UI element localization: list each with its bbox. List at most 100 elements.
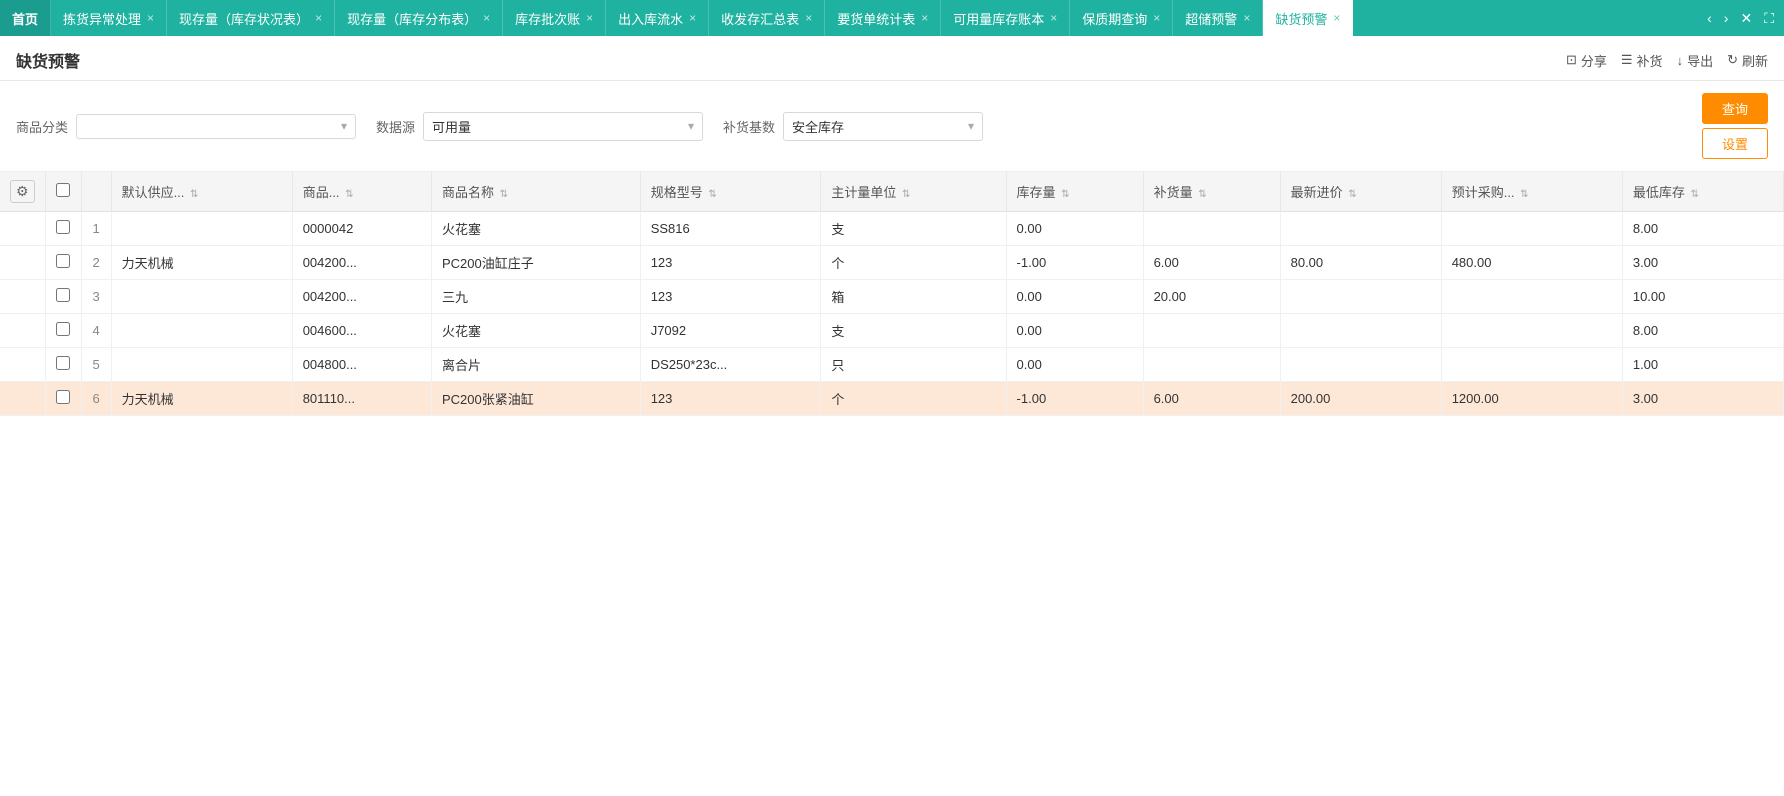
gear-button[interactable]: ⚙: [10, 180, 35, 203]
table-row: 3 004200... 三九 123 箱 0.00 20.00 10.00: [0, 280, 1784, 314]
tab-close-demand-stat[interactable]: ×: [921, 11, 928, 25]
replenish-button[interactable]: ☰ 补货: [1621, 51, 1663, 70]
sort-icon-replenish: ⇅: [1198, 189, 1206, 200]
share-icon: ⊡: [1566, 52, 1577, 68]
tab-available-ledger[interactable]: 可用量库存账本×: [941, 0, 1070, 36]
replenish-basis-value: 安全库存: [792, 117, 844, 136]
refresh-button[interactable]: ↻ 刷新: [1727, 51, 1768, 70]
row-replenish-qty: 6.00: [1143, 246, 1280, 280]
table-row: 5 004800... 离合片 DS250*23c... 只 0.00 1.00: [0, 348, 1784, 382]
column-inventory[interactable]: 库存量 ⇅: [1006, 172, 1143, 212]
tab-inventory-status[interactable]: 现存量（库存状况表）×: [167, 0, 335, 36]
tab-close-defect-handling[interactable]: ×: [147, 11, 154, 25]
column-min-inventory[interactable]: 最低库存 ⇅: [1622, 172, 1783, 212]
tab-inventory-dist[interactable]: 现存量（库存分布表） ×: [335, 0, 503, 36]
row-gear-cell: [0, 280, 45, 314]
column-gear[interactable]: ⚙: [0, 172, 45, 212]
tab-demand-stat[interactable]: 要货单统计表 ×: [825, 0, 941, 36]
tab-label-demand-stat: 要货单统计表: [837, 9, 915, 28]
tab-close-overstock[interactable]: ×: [1243, 11, 1250, 25]
tab-label-inventory-batch: 库存批次账: [515, 9, 580, 28]
row-checkbox[interactable]: [56, 220, 70, 234]
replenish-basis-arrow-icon: ▾: [968, 119, 974, 133]
tab-close-expiry-query[interactable]: ×: [1153, 11, 1160, 25]
tab-close-inventory-status[interactable]: ×: [315, 11, 322, 25]
tab-defect-handling[interactable]: 拣货异常处理×: [51, 0, 167, 36]
row-latest-price: [1280, 212, 1441, 246]
tab-close-all-button[interactable]: ✕: [1734, 8, 1758, 29]
column-default-supplier[interactable]: 默认供应... ⇅: [111, 172, 292, 212]
row-spec: SS816: [640, 212, 821, 246]
tab-fullscreen-button[interactable]: ⛶: [1758, 8, 1780, 29]
tab-close-recv-summary[interactable]: ×: [805, 11, 812, 25]
column-replenish-qty[interactable]: 补货量 ⇅: [1143, 172, 1280, 212]
tab-expiry-query[interactable]: 保质期查询×: [1070, 0, 1173, 36]
tab-next-button[interactable]: ›: [1718, 8, 1735, 28]
row-default-supplier: [111, 314, 292, 348]
tab-label-recv-summary: 收发存汇总表: [721, 9, 799, 28]
row-checkbox-cell: [45, 246, 81, 280]
select-all-checkbox[interactable]: [56, 183, 70, 197]
row-checkbox[interactable]: [56, 254, 70, 268]
tab-shortage[interactable]: 缺货预警×: [1263, 0, 1353, 36]
row-product-code: 0000042: [292, 212, 431, 246]
column-spec[interactable]: 规格型号 ⇅: [640, 172, 821, 212]
row-checkbox[interactable]: [56, 390, 70, 404]
row-inventory: -1.00: [1006, 246, 1143, 280]
column-latest-price[interactable]: 最新进价 ⇅: [1280, 172, 1441, 212]
row-unit: 支: [821, 314, 1006, 348]
table-row: 4 004600... 火花塞 J7092 支 0.00 8.00: [0, 314, 1784, 348]
tab-prev-button[interactable]: ‹: [1701, 8, 1718, 28]
sort-icon-price: ⇅: [1348, 189, 1356, 200]
filter-right-buttons: 查询 设置: [1702, 93, 1768, 159]
row-product-code: 004200...: [292, 280, 431, 314]
tab-close-inventory-dist[interactable]: ×: [483, 11, 490, 25]
row-checkbox[interactable]: [56, 356, 70, 370]
column-product-code[interactable]: 商品... ⇅: [292, 172, 431, 212]
row-est-purchase: [1441, 348, 1622, 382]
goods-category-select[interactable]: ▾: [76, 114, 356, 139]
tab-recv-summary[interactable]: 收发存汇总表 ×: [709, 0, 825, 36]
tab-inventory-batch[interactable]: 库存批次账 ×: [503, 0, 606, 36]
column-product-name[interactable]: 商品名称 ⇅: [431, 172, 640, 212]
row-product-name: PC200油缸庄子: [431, 246, 640, 280]
data-source-filter: 数据源 可用量 ▾: [376, 112, 703, 141]
row-default-supplier: [111, 280, 292, 314]
sort-icon-unit: ⇅: [902, 189, 910, 200]
row-checkbox[interactable]: [56, 322, 70, 336]
share-button[interactable]: ⊡ 分享: [1566, 51, 1607, 70]
row-unit: 个: [821, 246, 1006, 280]
column-row-num: [81, 172, 111, 212]
row-gear-cell: [0, 246, 45, 280]
table-header-row: ⚙ 默认供应... ⇅ 商品... ⇅ 商品名称 ⇅ 规格型号 ⇅ 主计量单位 …: [0, 172, 1784, 212]
shortage-table: ⚙ 默认供应... ⇅ 商品... ⇅ 商品名称 ⇅ 规格型号 ⇅ 主计量单位 …: [0, 172, 1784, 416]
tab-in-out-flow[interactable]: 出入库流水×: [606, 0, 709, 36]
header-actions: ⊡ 分享 ☰ 补货 ↓ 导出 ↻ 刷新: [1566, 51, 1768, 70]
row-checkbox[interactable]: [56, 288, 70, 302]
column-unit[interactable]: 主计量单位 ⇅: [821, 172, 1006, 212]
row-default-supplier: [111, 348, 292, 382]
sort-icon-inventory: ⇅: [1061, 189, 1069, 200]
tab-close-inventory-batch[interactable]: ×: [586, 11, 593, 25]
tab-label-inventory-dist: 现存量（库存分布表）: [347, 9, 477, 28]
row-number: 4: [81, 314, 111, 348]
row-est-purchase: [1441, 212, 1622, 246]
sort-icon-code: ⇅: [345, 189, 353, 200]
table-row: 2 力天机械 004200... PC200油缸庄子 123 个 -1.00 6…: [0, 246, 1784, 280]
replenish-basis-label: 补货基数: [723, 117, 775, 136]
row-unit: 支: [821, 212, 1006, 246]
row-inventory: 0.00: [1006, 212, 1143, 246]
tab-close-available-ledger[interactable]: ×: [1050, 11, 1057, 25]
export-button[interactable]: ↓ 导出: [1677, 51, 1714, 70]
replenish-basis-select[interactable]: 安全库存 ▾: [783, 112, 983, 141]
row-default-supplier: 力天机械: [111, 246, 292, 280]
tab-close-in-out-flow[interactable]: ×: [689, 11, 696, 25]
tab-close-shortage[interactable]: ×: [1333, 11, 1340, 25]
settings-button[interactable]: 设置: [1702, 128, 1768, 159]
tab-home[interactable]: 首页: [0, 0, 51, 36]
column-est-purchase[interactable]: 预计采购... ⇅: [1441, 172, 1622, 212]
tab-overstock[interactable]: 超储预警×: [1173, 0, 1263, 36]
query-button[interactable]: 查询: [1702, 93, 1768, 124]
tab-label-home: 首页: [12, 9, 38, 28]
data-source-select[interactable]: 可用量 ▾: [423, 112, 703, 141]
